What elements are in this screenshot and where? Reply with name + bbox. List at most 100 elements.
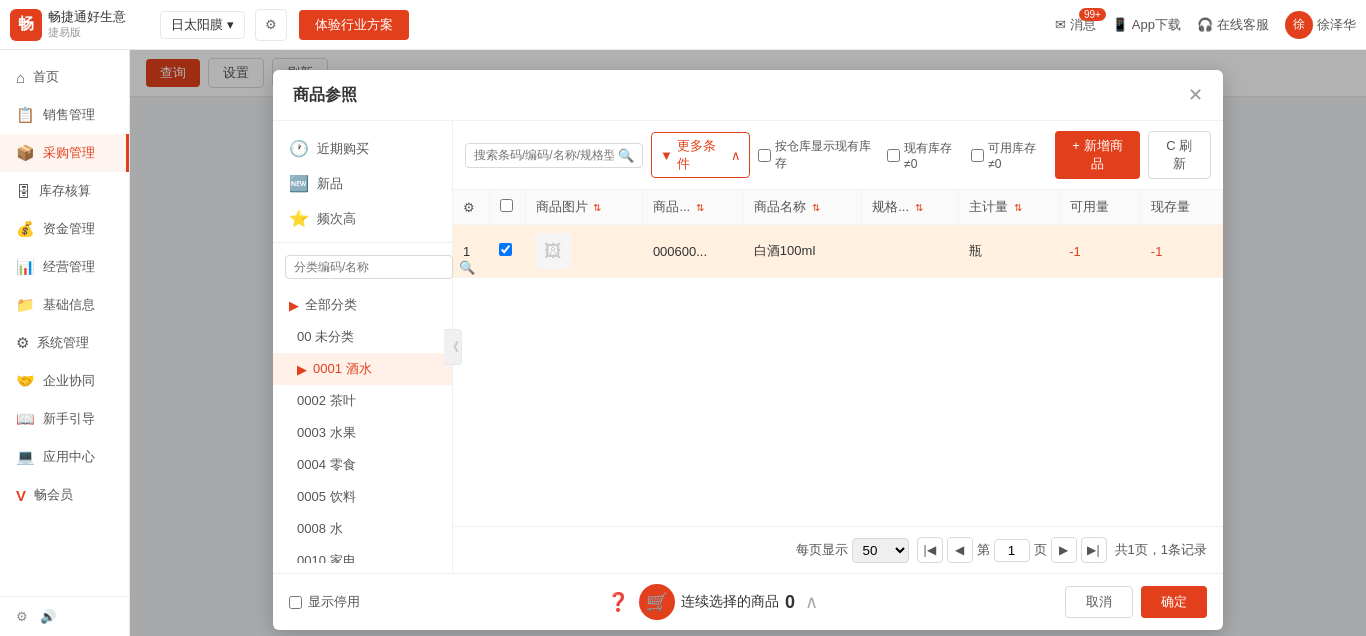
sidebar-item-basic-info[interactable]: 📁 基础信息: [0, 286, 129, 324]
sidebar-item-member[interactable]: V 畅会员: [0, 476, 129, 514]
nav-selector[interactable]: 日太阳膜 ▾: [160, 11, 245, 39]
sidebar-item-sales[interactable]: 📋 销售管理: [0, 96, 129, 134]
help-icon[interactable]: ❓: [607, 591, 629, 613]
collapse-panel-button[interactable]: 《: [444, 329, 462, 365]
inventory-icon: 🗄: [16, 183, 31, 200]
sidebar-label-member: 畅会员: [34, 486, 73, 504]
cat-00[interactable]: 00 未分类: [273, 321, 452, 353]
th-available[interactable]: 可用量: [1059, 190, 1141, 225]
recent-purchase-item[interactable]: 🕐 近期购买: [273, 131, 452, 166]
th-gear[interactable]: ⚙: [453, 190, 489, 225]
new-label: 新品: [317, 175, 343, 193]
per-page-dropdown[interactable]: 50 100 200: [852, 538, 909, 563]
collapse-cart-icon[interactable]: ∧: [805, 591, 818, 613]
th-available-label: 可用量: [1070, 199, 1109, 214]
cart-count: 0: [785, 592, 795, 613]
row-checkbox[interactable]: [489, 225, 525, 278]
cat-0005[interactable]: 0005 饮料: [273, 481, 452, 513]
cat-all[interactable]: ▶ 全部分类: [273, 289, 452, 321]
first-page-button[interactable]: |◀: [917, 537, 943, 563]
product-search-input[interactable]: [474, 148, 614, 162]
show-disabled-checkbox[interactable]: 显示停用: [289, 593, 360, 611]
sidebar-label-business: 经营管理: [43, 258, 95, 276]
gear-button[interactable]: ⚙: [255, 9, 287, 41]
table-row[interactable]: 1 🖼 000600... 白酒100ml 瓶: [453, 225, 1223, 278]
table-toolbar: 🔍 ▼ 更多条件 ∧ 按仓库显示现有库存: [453, 121, 1223, 190]
last-page-button[interactable]: ▶|: [1081, 537, 1107, 563]
online-service-item[interactable]: 🎧 在线客服: [1197, 16, 1269, 34]
sort-spec-icon: ⇅: [915, 202, 923, 213]
page-number-input[interactable]: [994, 539, 1030, 562]
cat-0001[interactable]: ▶ 0001 酒水: [273, 353, 452, 385]
new-product-item[interactable]: 🆕 新品: [273, 166, 452, 201]
cancel-button[interactable]: 取消: [1065, 586, 1133, 618]
volume-icon[interactable]: 🔊: [40, 609, 56, 624]
th-unit-label: 主计量: [969, 199, 1008, 214]
sidebar-label-sales: 销售管理: [43, 106, 95, 124]
row-select-checkbox[interactable]: [499, 243, 512, 256]
add-product-button[interactable]: + 新增商品: [1055, 131, 1139, 179]
sidebar-item-business[interactable]: 📊 经营管理: [0, 248, 129, 286]
th-unit[interactable]: 主计量 ⇅: [959, 190, 1059, 225]
cat-0002[interactable]: 0002 茶叶: [273, 385, 452, 417]
dialog-footer: 显示停用 ❓ 🛒 连续选择的商品 0 ∧ 取消 确定: [273, 573, 1223, 630]
user-item[interactable]: 徐 徐泽华: [1285, 11, 1356, 39]
nonzero-stock-checkbox[interactable]: 现有库存≠0: [887, 140, 963, 171]
row-unit: 瓶: [959, 225, 1059, 278]
close-icon[interactable]: ✕: [1188, 84, 1203, 106]
category-search-input[interactable]: [285, 255, 453, 279]
sidebar-item-enterprise[interactable]: 🤝 企业协同: [0, 362, 129, 400]
basic-info-icon: 📁: [16, 296, 35, 314]
logo-title: 畅捷通好生意: [48, 9, 126, 26]
next-page-button[interactable]: ▶: [1051, 537, 1077, 563]
messages-nav-item[interactable]: ✉ 消息 99+: [1055, 16, 1096, 34]
cat-0003[interactable]: 0003 水果: [273, 417, 452, 449]
th-checkbox[interactable]: [489, 190, 525, 225]
available-stock-checkbox[interactable]: 可用库存≠0: [971, 140, 1047, 171]
enterprise-icon: 🤝: [16, 372, 35, 390]
cat-0008[interactable]: 0008 水: [273, 513, 452, 545]
apps-icon: 💻: [16, 448, 35, 466]
frequent-item[interactable]: ⭐ 频次高: [273, 201, 452, 236]
sidebar-item-apps[interactable]: 💻 应用中心: [0, 438, 129, 476]
category-list: ▶ 全部分类 00 未分类 ▶ 0001 酒水 0002 茶: [273, 285, 452, 563]
sort-code-icon: ⇅: [696, 202, 704, 213]
cat-0004[interactable]: 0004 零食: [273, 449, 452, 481]
sales-icon: 📋: [16, 106, 35, 124]
warehouse-stock-check[interactable]: [758, 149, 771, 162]
business-icon: 📊: [16, 258, 35, 276]
category-search-icon[interactable]: 🔍: [459, 260, 475, 275]
filter-icon: ▼: [660, 148, 673, 163]
th-spec[interactable]: 规格... ⇅: [862, 190, 959, 225]
th-code[interactable]: 商品... ⇅: [643, 190, 744, 225]
row-spec: [862, 225, 959, 278]
show-disabled-check[interactable]: [289, 596, 302, 609]
prev-page-button[interactable]: ◀: [947, 537, 973, 563]
experience-button[interactable]: 体验行业方案: [299, 10, 409, 40]
sidebar-item-purchase[interactable]: 📦 采购管理: [0, 134, 129, 172]
more-filter-button[interactable]: ▼ 更多条件 ∧: [651, 132, 750, 178]
cat-0010[interactable]: 0010 家电: [273, 545, 452, 563]
nav-selector-text: 日太阳膜: [171, 16, 223, 34]
warehouse-stock-checkbox[interactable]: 按仓库显示现有库存: [758, 138, 880, 172]
select-all-checkbox[interactable]: [500, 199, 513, 212]
sidebar-item-inventory[interactable]: 🗄 库存核算: [0, 172, 129, 210]
sidebar-item-guide[interactable]: 📖 新手引导: [0, 400, 129, 438]
sidebar-item-system[interactable]: ⚙ 系统管理: [0, 324, 129, 362]
per-page-label: 每页显示: [796, 541, 848, 559]
th-name[interactable]: 商品名称 ⇅: [744, 190, 862, 225]
sidebar-item-home[interactable]: ⌂ 首页: [0, 58, 129, 96]
filter-label: 更多条件: [677, 137, 727, 173]
cart-icon[interactable]: 🛒: [639, 584, 675, 620]
app-download-item[interactable]: 📱 App下载: [1112, 16, 1181, 34]
available-stock-check[interactable]: [971, 149, 984, 162]
settings-bottom-icon[interactable]: ⚙: [16, 609, 28, 624]
sidebar-item-finance[interactable]: 💰 资金管理: [0, 210, 129, 248]
th-stock[interactable]: 现存量: [1141, 190, 1223, 225]
confirm-button[interactable]: 确定: [1141, 586, 1207, 618]
new-icon: 🆕: [289, 174, 309, 193]
th-image[interactable]: 商品图片 ⇅: [525, 190, 643, 225]
nonzero-stock-check[interactable]: [887, 149, 900, 162]
refresh-button[interactable]: C 刷新: [1148, 131, 1211, 179]
chevron-up-icon: ∧: [731, 148, 741, 163]
